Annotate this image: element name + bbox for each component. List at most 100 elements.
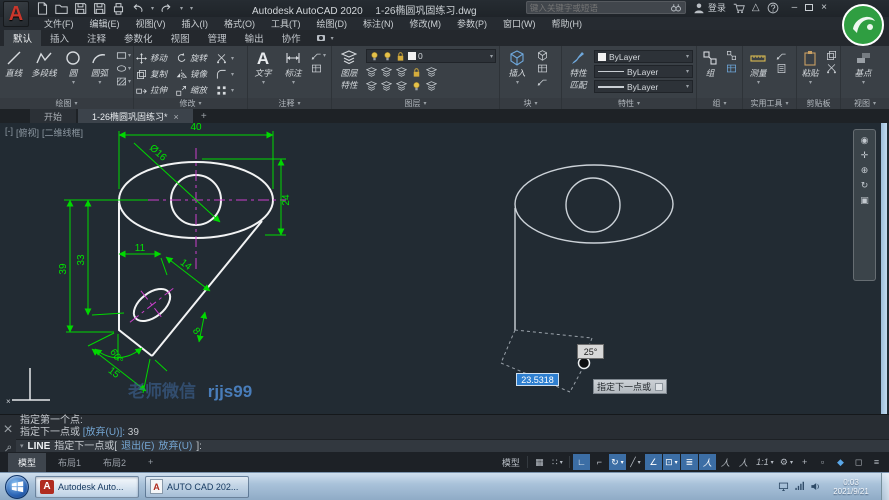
menu-format[interactable]: 格式(O) (216, 17, 263, 30)
mirror-button[interactable]: 镜像 (174, 66, 214, 82)
tray-network-icon[interactable] (778, 481, 789, 492)
annotation-scale-icon[interactable]: 人 (735, 454, 752, 470)
viewport-style-control[interactable]: [二维线框] (42, 126, 83, 139)
line-button[interactable]: 直线 (0, 48, 27, 98)
help-search-box[interactable] (526, 1, 686, 14)
object-snap-icon[interactable]: ⊡▾ (663, 454, 680, 470)
ribbon-tab-output[interactable]: 输出 (236, 30, 273, 46)
arc-button[interactable]: 圆弧▾ (86, 48, 113, 98)
annotation-auto-scale-icon[interactable]: 人 (717, 454, 734, 470)
match-properties-button[interactable]: 特性匹配 (562, 48, 594, 98)
customization-menu-icon[interactable]: ≡ (868, 454, 885, 470)
dimensions[interactable] (64, 131, 286, 393)
search-input[interactable] (530, 3, 670, 13)
measure-button[interactable]: 测量▾ (743, 48, 773, 98)
layout-tab-model[interactable]: 模型 (8, 453, 46, 472)
vertical-scrollbar[interactable] (881, 123, 887, 414)
workspace-gear-icon[interactable]: ⚙▾ (778, 454, 795, 470)
undo-dropdown-icon[interactable]: ▾ (151, 5, 154, 12)
command-line-window[interactable]: × 指定第一个点: 指定下一点或 [放弃(U)]: 39 ▾ LINE 指定下一… (0, 414, 889, 452)
save-icon[interactable] (74, 2, 87, 15)
layer-freeze-icon[interactable] (396, 65, 411, 79)
paste-button[interactable]: 粘贴▾ (797, 48, 823, 98)
stretch-button[interactable]: 拉伸 (134, 82, 174, 98)
undo-icon[interactable] (131, 2, 144, 15)
layer-unlock-icon[interactable] (396, 79, 411, 93)
layer-current-icon[interactable] (411, 79, 426, 93)
leader-icon[interactable]: ▾ (311, 50, 326, 61)
panel-properties-label[interactable]: 特性▾ (562, 98, 696, 109)
menu-modify[interactable]: 修改(M) (402, 17, 450, 30)
file-tab-start[interactable]: 开始 (30, 109, 76, 123)
panel-annotate-label[interactable]: 注释▾ (248, 98, 331, 109)
lineweight-dropdown[interactable]: ByLayer▾ (594, 80, 693, 93)
infer-constraints-icon[interactable]: ∟ (573, 454, 590, 470)
copy-clip-icon[interactable] (826, 50, 837, 61)
close-button[interactable]: × (821, 3, 827, 13)
layer-lock-icon[interactable] (395, 51, 406, 62)
taskbar-button-document[interactable]: A AUTO CAD 202... (145, 476, 249, 498)
panel-draw-label[interactable]: 绘图▾ (0, 98, 133, 109)
panel-modify-label[interactable]: 修改▾ (134, 98, 247, 109)
hatch-icon[interactable]: ▾ (116, 76, 131, 87)
circle-button[interactable]: 圆▾ (60, 48, 85, 98)
layer-walk-icon[interactable] (426, 79, 441, 93)
minimize-button[interactable]: – (792, 3, 798, 13)
grid-icon[interactable]: ▦ (531, 454, 548, 470)
showmotion-icon[interactable]: ▣ (860, 196, 869, 205)
sign-in-button[interactable]: 登录 (693, 1, 726, 14)
array-icon[interactable]: ▾ (214, 82, 244, 98)
new-layout-icon[interactable]: + (138, 454, 163, 470)
command-wrench-icon[interactable] (3, 445, 13, 452)
create-block-icon[interactable] (537, 50, 548, 61)
a360-icon[interactable]: △ (752, 3, 760, 13)
rectangle-icon[interactable]: ▾ (116, 50, 131, 61)
ribbon-tab-parametric[interactable]: 参数化 (115, 30, 162, 46)
fillet-icon[interactable]: ▾ (214, 66, 244, 82)
taskbar-clock[interactable]: 0:03 2021/9/21 (823, 478, 879, 496)
polyline-button[interactable]: 多段线 (27, 48, 60, 98)
move-button[interactable]: 移动 (134, 50, 174, 66)
layer-on-bulb-icon[interactable] (369, 51, 380, 62)
open-folder-icon[interactable] (55, 2, 68, 15)
file-tab-close-icon[interactable]: × (174, 112, 179, 122)
dimension-button[interactable]: 标注▾ (278, 48, 308, 98)
application-menu-button[interactable]: A (3, 1, 29, 27)
navigation-bar[interactable]: ◉ ✛ ⊕ ↻ ▣ (853, 129, 876, 281)
trim-icon[interactable]: ▾ (214, 50, 244, 66)
redo-dropdown-icon[interactable]: ▾ (180, 5, 183, 12)
new-drawing-tab-icon[interactable]: + (195, 109, 213, 123)
help-icon[interactable] (767, 2, 779, 14)
menu-file[interactable]: 文件(F) (36, 17, 82, 30)
app-store-cart-icon[interactable] (733, 2, 745, 14)
drawing-viewport[interactable]: 40 24 Ø16 39 33 11 14 8 60° 15 (0, 123, 889, 414)
table-icon[interactable] (311, 63, 326, 74)
object-color-dropdown[interactable]: ByLayer▾ (594, 50, 693, 63)
undo-option[interactable]: [放弃(U)]: (83, 427, 125, 438)
quick-select-icon[interactable] (776, 50, 787, 61)
layer-color-swatch[interactable] (408, 52, 416, 60)
menu-edit[interactable]: 编辑(E) (82, 17, 128, 30)
layer-lock2-icon[interactable] (411, 65, 426, 79)
edit-block-icon[interactable] (537, 63, 548, 74)
menu-dimension[interactable]: 标注(N) (355, 17, 402, 30)
crosshair-units-icon[interactable]: + (796, 454, 813, 470)
quick-calc-icon[interactable] (776, 63, 787, 74)
menu-insert[interactable]: 插入(I) (174, 17, 217, 30)
search-binoculars-icon[interactable] (670, 2, 682, 14)
tray-volume-icon[interactable] (810, 481, 821, 492)
show-desktop-button[interactable] (881, 473, 889, 500)
model-space-button[interactable]: 模型 (498, 454, 524, 470)
layer-dropdown-icon[interactable]: ▾ (490, 53, 493, 60)
layer-unisolate-icon[interactable] (366, 79, 381, 93)
taskbar-button-autocad[interactable]: A Autodesk Auto... (35, 476, 139, 498)
ribbon-tab-insert[interactable]: 插入 (41, 30, 78, 46)
copy-button[interactable]: 复制 (134, 66, 174, 82)
block-attributes-icon[interactable] (537, 76, 548, 87)
restore-button[interactable] (805, 4, 813, 11)
dynamic-length-input[interactable]: 23.5318 (516, 373, 559, 386)
ellipse-icon[interactable]: ▾ (116, 63, 131, 74)
panel-layers-label[interactable]: 图层▾ (332, 98, 499, 109)
new-file-icon[interactable] (36, 2, 49, 15)
tray-signal-icon[interactable] (794, 481, 805, 492)
